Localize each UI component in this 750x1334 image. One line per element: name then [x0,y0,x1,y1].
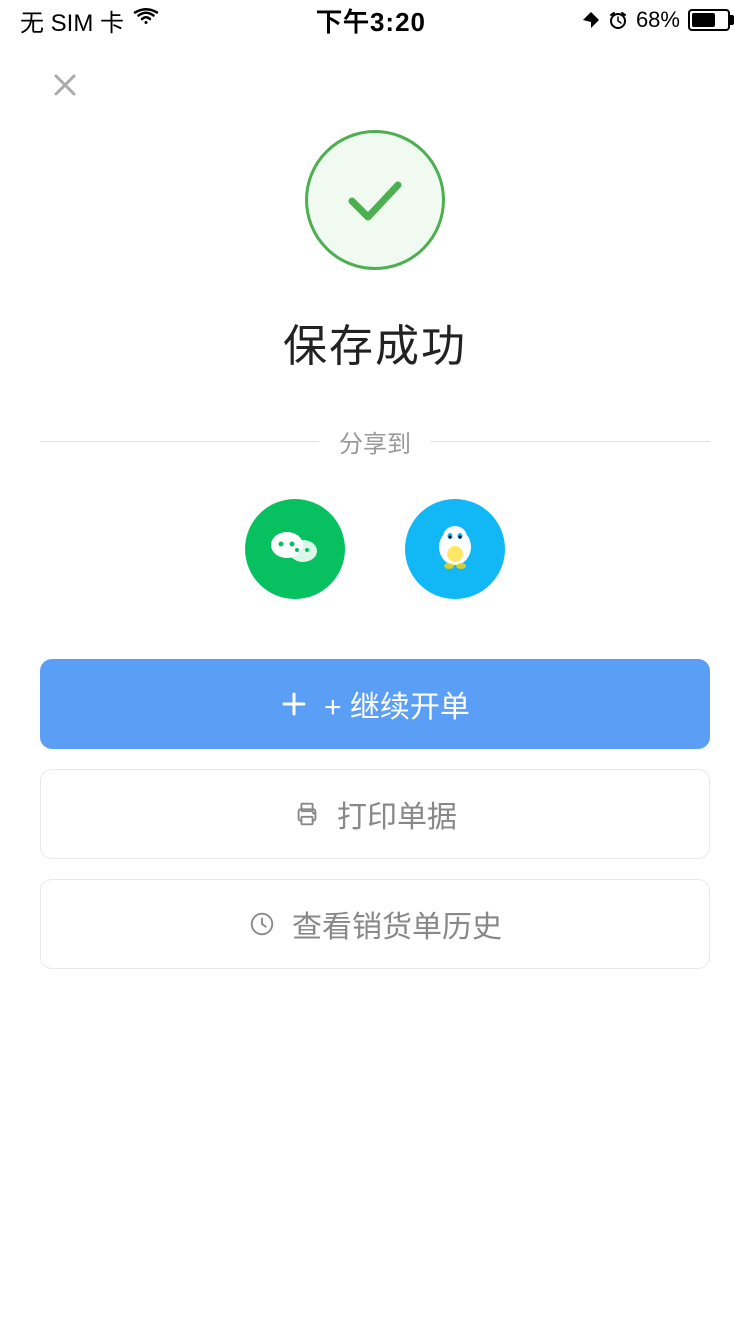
sim-label: 无 SIM 卡 [20,3,124,38]
view-history-button[interactable]: 查看销货单历史 [40,879,710,969]
battery-icon [688,9,730,31]
divider-right [431,441,710,442]
view-history-label: 查看销货单历史 [292,902,502,946]
action-buttons: + 继续开单 打印单据 查看销货单历史 [40,659,710,969]
share-label: 分享到 [339,424,411,459]
location-icon [582,11,600,29]
main-content: 保存成功 分享到 [0,40,750,1029]
close-button[interactable] [40,60,90,110]
history-icon [248,910,276,938]
status-bar: 无 SIM 卡 下午3:20 68% [0,0,750,40]
qq-icon [425,519,485,579]
wechat-icon [265,519,325,579]
print-receipt-label: 打印单据 [337,792,457,836]
continue-order-button[interactable]: + 继续开单 [40,659,710,749]
print-icon [293,800,321,828]
print-receipt-button[interactable]: 打印单据 [40,769,710,859]
plus-icon [280,690,308,718]
alarm-icon [608,10,628,30]
divider-left [40,441,319,442]
success-title: 保存成功 [283,310,467,374]
share-qq-button[interactable] [405,499,505,599]
status-left: 无 SIM 卡 [20,3,160,38]
battery-percentage: 68% [636,7,680,33]
status-right: 68% [582,7,730,33]
status-time: 下午3:20 [316,2,426,39]
checkmark-icon [340,165,410,235]
wifi-icon [132,6,160,34]
continue-order-label: + 继续开单 [324,682,470,726]
share-buttons [245,499,505,599]
share-divider: 分享到 [40,424,710,459]
success-icon-container [305,130,445,270]
battery-fill [692,13,715,27]
share-wechat-button[interactable] [245,499,345,599]
